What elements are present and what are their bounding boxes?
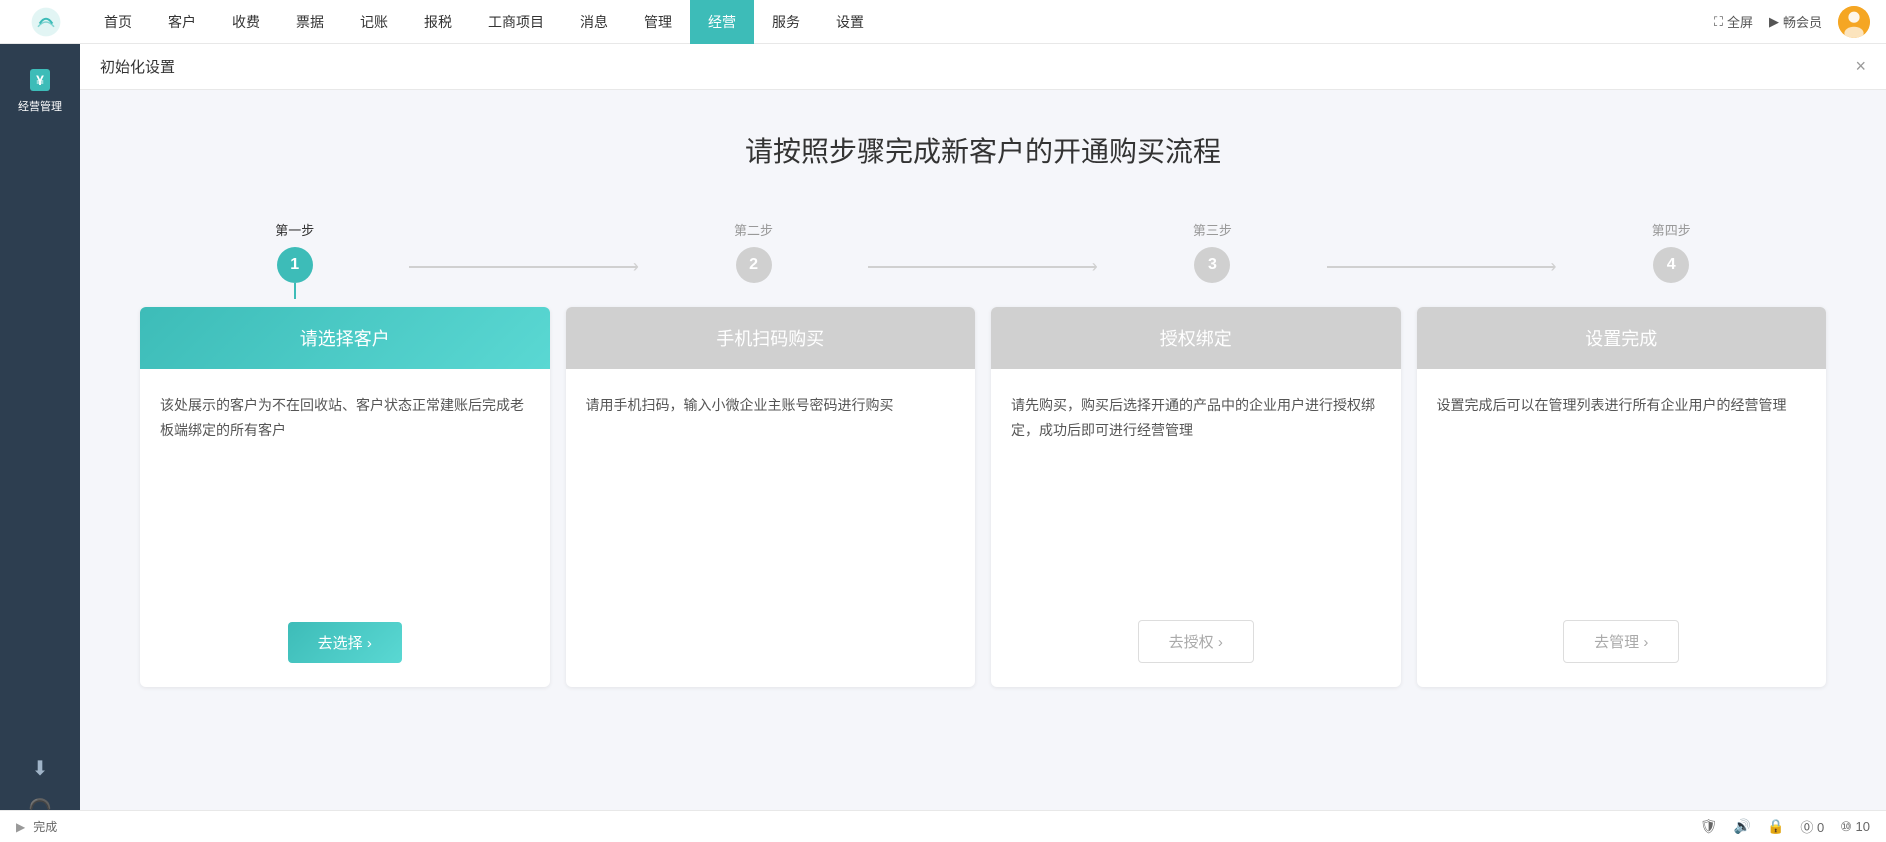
- nav-item-service[interactable]: 服务: [754, 0, 818, 44]
- wizard-area: 请按照步骤完成新客户的开通购买流程 第一步 1 › 第二步 2: [80, 90, 1886, 717]
- connector-line-1: [409, 266, 636, 268]
- card-4-body: 设置完成后可以在管理列表进行所有企业用户的经营管理: [1417, 369, 1827, 604]
- nav-item-fee[interactable]: 收费: [214, 0, 278, 44]
- fullscreen-icon: ⛶: [1714, 14, 1723, 30]
- nav-item-operation[interactable]: 经营: [690, 0, 754, 44]
- content-title: 初始化设置: [100, 56, 175, 77]
- card-3-footer: 去授权 ›: [991, 604, 1401, 687]
- nav-item-settings[interactable]: 设置: [818, 0, 882, 44]
- volume-icon: 🔊: [1734, 818, 1751, 835]
- nav-items: 首页 客户 收费 票据 记账 报税 工商项目 消息 管理 经营 服务 设置: [86, 0, 1714, 44]
- step-1-circle: 1: [277, 247, 313, 283]
- nav-item-home[interactable]: 首页: [86, 0, 150, 44]
- step-2-circle: 2: [736, 247, 772, 283]
- connector-line-3: [1327, 266, 1554, 268]
- step-1-pin: [294, 283, 296, 299]
- close-button[interactable]: ×: [1855, 56, 1866, 77]
- card-2-footer: [566, 647, 976, 687]
- cards-row: 请选择客户 该处展示的客户为不在回收站、客户状态正常建账后完成老板端绑定的所有客…: [140, 307, 1826, 687]
- card-1-body: 该处展示的客户为不在回收站、客户状态正常建账后完成老板端绑定的所有客户: [140, 369, 550, 606]
- step-1-label: 第一步: [275, 220, 314, 239]
- main-content: 初始化设置 × 请按照步骤完成新客户的开通购买流程 第一步 1 ›: [80, 44, 1886, 842]
- card-1-footer: 去选择 ›: [140, 606, 550, 687]
- network-icon: ⓪ 0: [1800, 817, 1824, 836]
- go-authorize-button[interactable]: 去授权 ›: [1138, 620, 1254, 663]
- step-card-3: 授权绑定 请先购买，购买后选择开通的产品中的企业用户进行授权绑定，成功后即可进行…: [991, 307, 1401, 687]
- avatar[interactable]: [1838, 6, 1870, 38]
- member-btn[interactable]: ▶ 畅会员: [1769, 12, 1822, 31]
- content-header: 初始化设置 ×: [80, 44, 1886, 90]
- card-2-body: 请用手机扫码，输入小微企业主账号密码进行购买: [566, 369, 976, 647]
- step-3-label: 第三步: [1193, 220, 1232, 239]
- time-icon: ⑩ 10: [1840, 819, 1870, 835]
- card-2-header: 手机扫码购买: [566, 307, 976, 369]
- yen-icon: ¥: [26, 66, 54, 94]
- play-icon: ▶: [1769, 14, 1779, 30]
- connector-2: ›: [868, 256, 1097, 277]
- logo: [16, 6, 76, 38]
- step-2: 第二步 2: [639, 220, 868, 283]
- download-icon[interactable]: ⬇: [32, 756, 49, 781]
- lock-icon: 🔒: [1767, 818, 1784, 835]
- go-manage-button[interactable]: 去管理 ›: [1563, 620, 1679, 663]
- status-text: 完成: [33, 818, 57, 835]
- connector-1: ›: [409, 256, 638, 277]
- connector-3: ›: [1327, 256, 1556, 277]
- svg-text:¥: ¥: [36, 72, 44, 88]
- bottom-bar: ▶ 完成 🛡 🔊 🔒 ⓪ 0 ⑩ 10: [0, 810, 1886, 842]
- nav-item-message[interactable]: 消息: [562, 0, 626, 44]
- step-card-4: 设置完成 设置完成后可以在管理列表进行所有企业用户的经营管理 去管理 ›: [1417, 307, 1827, 687]
- top-nav: 首页 客户 收费 票据 记账 报税 工商项目 消息 管理 经营 服务 设置 ⛶ …: [0, 0, 1886, 44]
- step-1: 第一步 1: [180, 220, 409, 299]
- step-card-2: 手机扫码购买 请用手机扫码，输入小微企业主账号密码进行购买: [566, 307, 976, 687]
- card-4-footer: 去管理 ›: [1417, 604, 1827, 687]
- step-4-label: 第四步: [1652, 220, 1691, 239]
- card-3-header: 授权绑定: [991, 307, 1401, 369]
- step-3-circle: 3: [1194, 247, 1230, 283]
- step-4-circle: 4: [1653, 247, 1689, 283]
- nav-item-manage[interactable]: 管理: [626, 0, 690, 44]
- sidebar: ¥ 经营管理 ⬇ 🎧: [0, 44, 80, 842]
- steps-container: 第一步 1 › 第二步 2 ›: [140, 220, 1826, 299]
- step-3: 第三步 3: [1098, 220, 1327, 283]
- go-select-button[interactable]: 去选择 ›: [288, 622, 402, 663]
- card-3-body: 请先购买，购买后选择开通的产品中的企业用户进行授权绑定，成功后即可进行经营管理: [991, 369, 1401, 604]
- nav-item-invoice[interactable]: 票据: [278, 0, 342, 44]
- card-1-header: 请选择客户: [140, 307, 550, 369]
- play-icon-bottom: ▶: [16, 820, 25, 834]
- nav-item-account[interactable]: 记账: [342, 0, 406, 44]
- nav-item-bizproject[interactable]: 工商项目: [470, 0, 562, 44]
- bottom-bar-right: 🛡 🔊 🔒 ⓪ 0 ⑩ 10: [1700, 817, 1870, 836]
- sidebar-label: 经营管理: [18, 98, 62, 114]
- layout: ¥ 经营管理 ⬇ 🎧 初始化设置 × 请按照步骤完成新客户的开通购买流程 第一步…: [0, 44, 1886, 842]
- connector-line-2: [868, 266, 1095, 268]
- card-4-header: 设置完成: [1417, 307, 1827, 369]
- nav-right: ⛶ 全屏 ▶ 畅会员: [1714, 6, 1870, 38]
- sidebar-item-operation[interactable]: ¥ 经营管理: [0, 54, 80, 126]
- step-4: 第四步 4: [1557, 220, 1786, 283]
- fullscreen-btn[interactable]: ⛶ 全屏: [1714, 12, 1753, 31]
- shield-icon: 🛡: [1700, 818, 1718, 835]
- wizard-main-title: 请按照步骤完成新客户的开通购买流程: [140, 130, 1826, 170]
- nav-item-tax[interactable]: 报税: [406, 0, 470, 44]
- nav-item-customer[interactable]: 客户: [150, 0, 214, 44]
- step-card-1: 请选择客户 该处展示的客户为不在回收站、客户状态正常建账后完成老板端绑定的所有客…: [140, 307, 550, 687]
- step-2-label: 第二步: [734, 220, 773, 239]
